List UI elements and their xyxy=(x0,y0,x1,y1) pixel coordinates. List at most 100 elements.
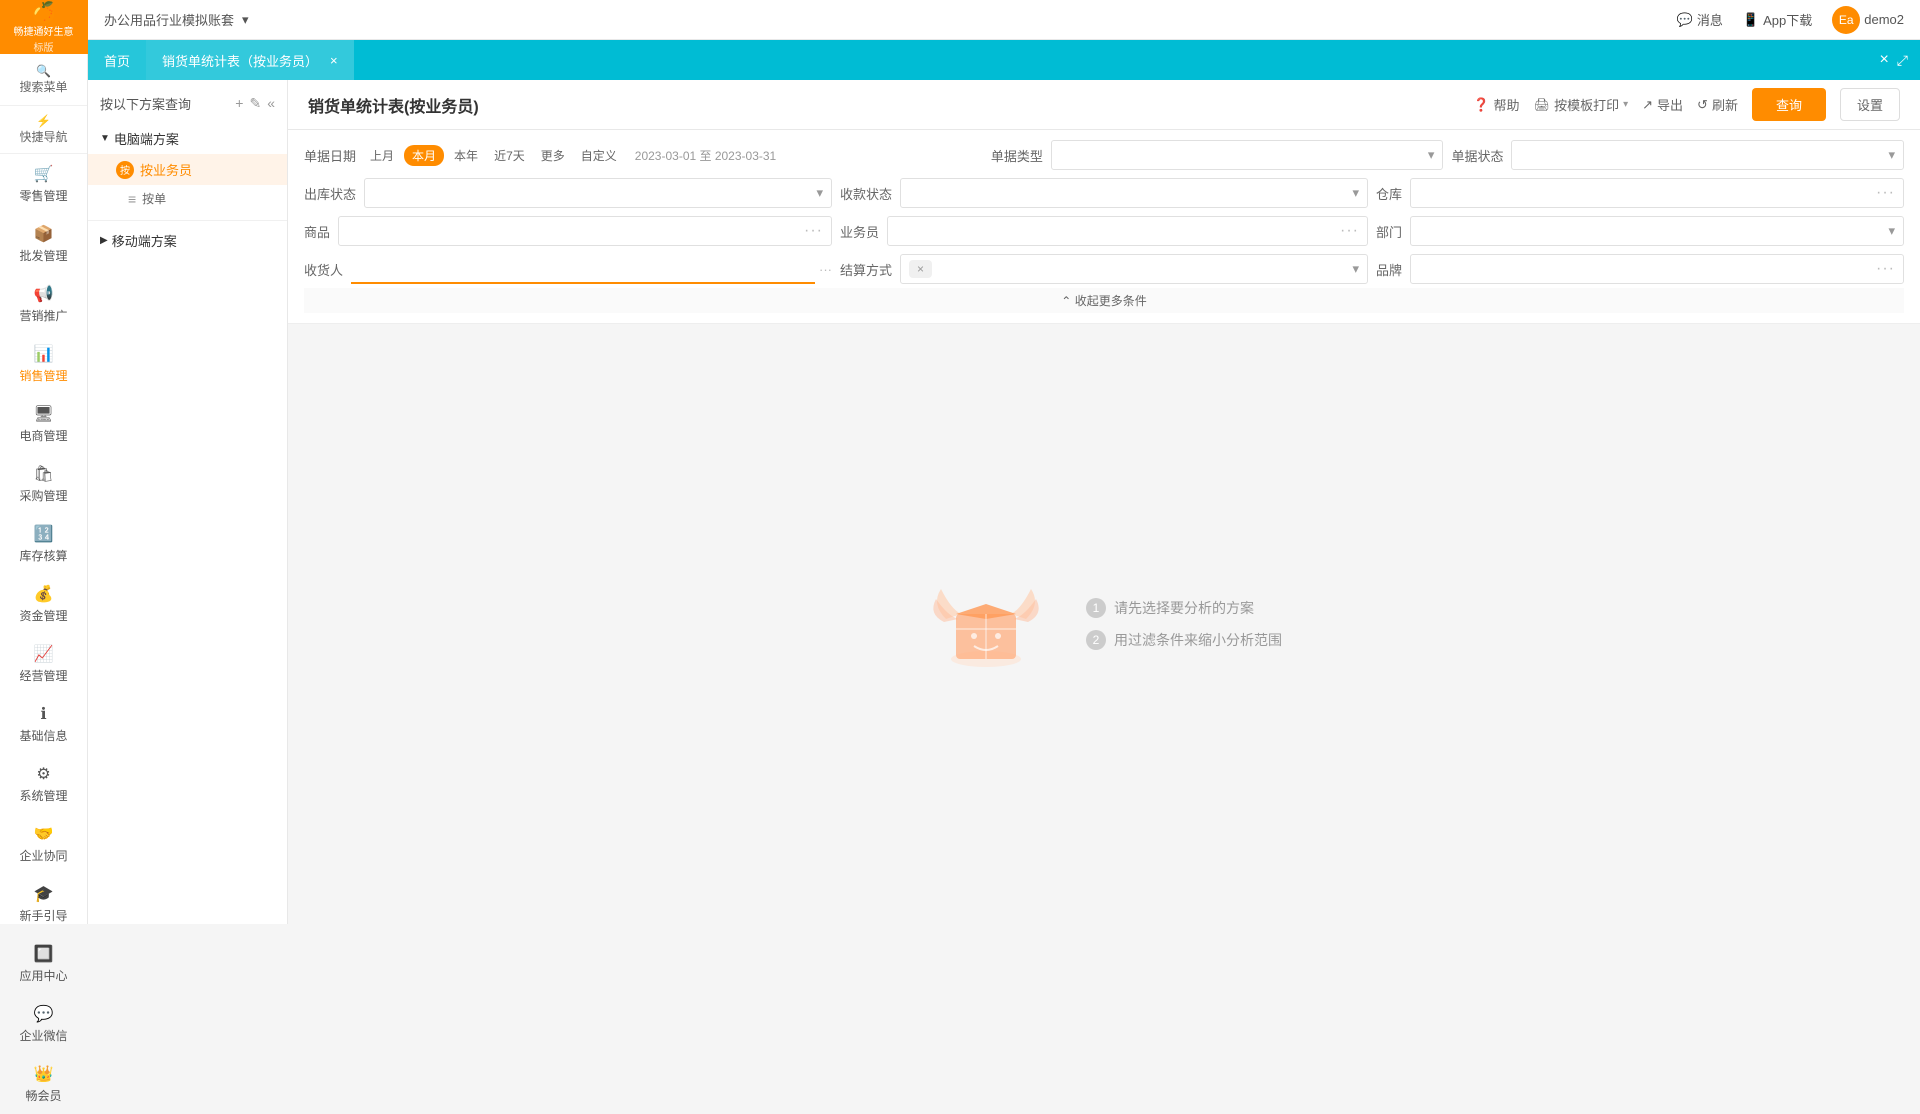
sidebar-search[interactable]: 🔍 搜索菜单 xyxy=(0,54,87,106)
date-tab-more[interactable]: 更多 xyxy=(535,145,571,166)
refresh-button[interactable]: ↺ 刷新 xyxy=(1697,95,1738,114)
active-child-icon: 按 xyxy=(116,161,134,179)
date-tab-this-year[interactable]: 本年 xyxy=(448,145,484,166)
apps-icon: 🔲 xyxy=(34,944,54,964)
print-icon: 🖨 xyxy=(1534,97,1551,113)
grandchild-icon: ≡ xyxy=(128,191,136,207)
left-panel-title: 按以下方案查询 xyxy=(100,94,191,113)
tree-parent-pc[interactable]: ▼ 电脑端方案 xyxy=(88,123,287,154)
sidebar-item-retail[interactable]: 🛒 零售管理 xyxy=(0,154,87,214)
refresh-icon: ↺ xyxy=(1697,97,1708,113)
out-status-arrow: ▾ xyxy=(816,185,823,201)
sidebar-item-wholesale[interactable]: 📦 批发管理 xyxy=(0,214,87,274)
dept-select[interactable]: ▾ xyxy=(1410,216,1904,246)
wholesale-label: 批发管理 xyxy=(19,247,67,264)
filter-warehouse: 仓库 ··· xyxy=(1376,178,1904,208)
tree-parent-mobile[interactable]: ▶ 移动端方案 xyxy=(88,225,287,256)
filter-row-4: 收货人 ··· 结算方式 × ▾ 品牌 xyxy=(304,254,1904,284)
purchase-icon: 🛍 xyxy=(33,464,53,484)
query-button[interactable]: 查询 xyxy=(1752,88,1826,121)
sidebar-item-apps[interactable]: 🔲 应用中心 xyxy=(0,934,87,994)
date-tab-this-month[interactable]: 本月 xyxy=(404,145,444,166)
date-tab-custom[interactable]: 自定义 xyxy=(575,145,623,166)
goods-select[interactable]: ··· xyxy=(338,216,832,246)
export-button[interactable]: ↗ 导出 xyxy=(1642,95,1683,114)
sidebar-item-corpwechat[interactable]: 💬 企业微信 xyxy=(0,994,87,1054)
filter-dept: 部门 ▾ xyxy=(1376,216,1904,246)
settlement-select[interactable]: × ▾ xyxy=(900,254,1368,284)
settings-button[interactable]: 设置 xyxy=(1840,88,1900,121)
help-icon: ❓ xyxy=(1473,97,1489,113)
doc-type-select[interactable]: ▾ xyxy=(1051,140,1444,170)
print-arrow: ▾ xyxy=(1623,99,1628,110)
tab-maximize[interactable]: ⤢ xyxy=(1897,52,1908,69)
filter-brand: 品牌 ··· xyxy=(1376,254,1904,284)
doc-status-select[interactable]: ▾ xyxy=(1511,140,1904,170)
hint-text-2: 用过滤条件来缩小分析范围 xyxy=(1114,630,1282,650)
vip-label: 畅会员 xyxy=(25,1087,61,1104)
sidebar-item-marketing[interactable]: 📢 营销推广 xyxy=(0,274,87,334)
empty-illustration xyxy=(926,564,1046,684)
wholesale-icon: 📦 xyxy=(34,224,54,244)
sidebar-item-operation[interactable]: 📈 经营管理 xyxy=(0,634,87,694)
sidebar-item-finance[interactable]: 💰 资金管理 xyxy=(0,574,87,634)
hint-item-2: 2 用过滤条件来缩小分析范围 xyxy=(1086,630,1282,650)
apps-label: 应用中心 xyxy=(19,967,67,984)
salesperson-label: 业务员 xyxy=(840,222,879,241)
collapse-panel-button[interactable]: « xyxy=(267,95,275,112)
corpwechat-label: 企业微信 xyxy=(19,1027,67,1044)
tab-close-icon[interactable]: × xyxy=(330,53,338,68)
quicknav-label: 快捷导航 xyxy=(0,128,87,145)
brand-select[interactable]: ··· xyxy=(1410,254,1904,284)
collapse-label: 收起更多条件 xyxy=(1075,294,1147,308)
message-button[interactable]: 💬 消息 xyxy=(1677,10,1723,29)
tree-child-by-salesperson[interactable]: 按 按业务员 xyxy=(88,154,287,185)
date-tab-7days[interactable]: 近7天 xyxy=(488,145,531,166)
app-logo[interactable]: 🍊 畅捷通好生意 标版 xyxy=(0,0,88,54)
tree-grandchild-by-order[interactable]: ≡ 按单 xyxy=(88,185,287,212)
tab-active[interactable]: 销货单统计表（按业务员） × xyxy=(146,40,354,80)
ecommerce-icon: 🖥 xyxy=(33,404,53,424)
search-label: 搜索菜单 xyxy=(0,78,87,95)
left-panel-header: 按以下方案查询 + ✎ « xyxy=(88,88,287,119)
help-button[interactable]: ❓ 帮助 xyxy=(1473,95,1519,114)
dept-arrow: ▾ xyxy=(1888,223,1895,239)
sidebar-item-ecommerce[interactable]: 🖥 电商管理 xyxy=(0,394,87,454)
empty-hints: 1 请先选择要分析的方案 2 用过滤条件来缩小分析范围 xyxy=(1086,598,1282,650)
tab-close-window[interactable]: × xyxy=(1879,51,1888,69)
quicknav-icon: ⚡ xyxy=(0,114,87,128)
grandchild-label: 按单 xyxy=(142,190,166,207)
salesperson-select[interactable]: ··· xyxy=(887,216,1368,246)
retail-icon: 🛒 xyxy=(34,164,54,184)
warehouse-select[interactable]: ··· xyxy=(1410,178,1904,208)
hint-num-1: 1 xyxy=(1086,598,1106,618)
edit-scheme-button[interactable]: ✎ xyxy=(249,95,261,112)
sidebar-item-inventory[interactable]: 🔢 库存核算 xyxy=(0,514,87,574)
tree-mobile-label: 移动端方案 xyxy=(112,231,177,250)
tab-home[interactable]: 首页 xyxy=(88,40,146,80)
out-status-select[interactable]: ▾ xyxy=(364,178,832,208)
sidebar-quicknav[interactable]: ⚡ 快捷导航 xyxy=(0,106,87,154)
filter-row-2: 出库状态 ▾ 收款状态 ▾ 仓库 xyxy=(304,178,1904,208)
receiver-input[interactable] xyxy=(351,254,815,284)
user-menu[interactable]: Ea demo2 xyxy=(1832,6,1904,34)
sidebar-item-basic[interactable]: ℹ 基础信息 xyxy=(0,694,87,754)
sidebar-item-system[interactable]: ⚙ 系统管理 xyxy=(0,754,87,814)
template-print-button[interactable]: 🖨 按模板打印 ▾ xyxy=(1534,95,1629,114)
sidebar-item-purchase[interactable]: 🛍 采购管理 xyxy=(0,454,87,514)
app-download-button[interactable]: 📱 App下载 xyxy=(1743,10,1812,29)
active-child-label: 按业务员 xyxy=(140,160,192,179)
tag-close[interactable]: × xyxy=(917,262,924,276)
add-scheme-button[interactable]: + xyxy=(235,95,243,112)
filter-out-status: 出库状态 ▾ xyxy=(304,178,840,208)
template-print-label: 按模板打印 xyxy=(1554,95,1619,114)
sidebar-item-vip[interactable]: 👑 畅会员 xyxy=(0,1054,87,1114)
sidebar-item-enterprise[interactable]: 🤝 企业协同 xyxy=(0,814,87,874)
collapse-button[interactable]: ⌃ 收起更多条件 xyxy=(304,288,1904,313)
pay-status-select[interactable]: ▾ xyxy=(900,178,1368,208)
date-tab-prev-month[interactable]: 上月 xyxy=(364,145,400,166)
sidebar-item-newbie[interactable]: 🎓 新手引导 xyxy=(0,874,87,934)
date-range-display: 2023-03-01 至 2023-03-31 xyxy=(635,147,776,164)
doc-type-label: 单据类型 xyxy=(991,146,1043,165)
sidebar-item-sales[interactable]: 📊 销售管理 xyxy=(0,334,87,394)
